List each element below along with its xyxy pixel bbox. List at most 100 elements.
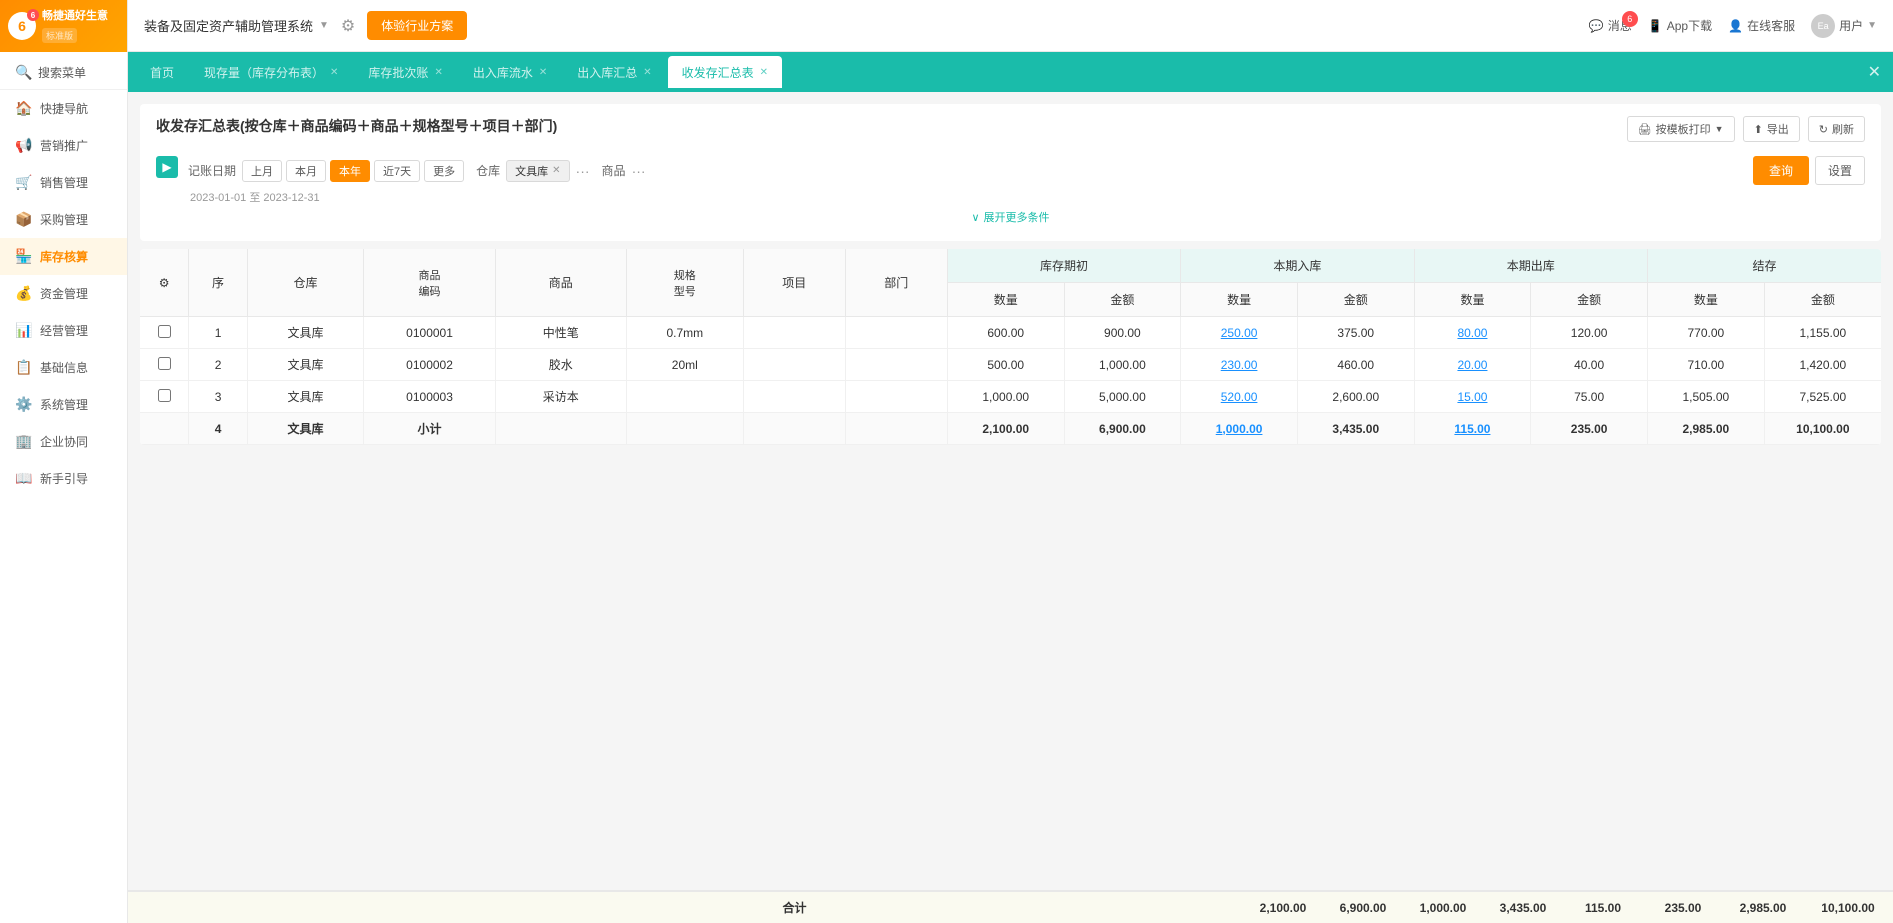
sidebar-item-quick-nav[interactable]: 🏠 快捷导航 [0, 90, 127, 127]
tab-close-icon[interactable]: ✕ [330, 67, 338, 78]
sidebar-item-basic-info[interactable]: 📋 基础信息 [0, 349, 127, 386]
subtotal-empty4 [845, 413, 947, 445]
subtotal-close-amt: 10,100.00 [1764, 413, 1881, 445]
th-goods-name: 商品 [495, 249, 626, 317]
th-out-qty: 数量 [1414, 283, 1531, 317]
sidebar-item-marketing[interactable]: 📢 营销推广 [0, 127, 127, 164]
footer-total-label: 合计 [346, 899, 1243, 916]
row-open-qty: 1,000.00 [947, 381, 1064, 413]
row-in-qty[interactable]: 520.00 [1181, 381, 1298, 413]
tab-batch-ledger[interactable]: 库存批次账 ✕ [354, 56, 456, 88]
row-out-qty[interactable]: 15.00 [1414, 381, 1531, 413]
tab-close-icon[interactable]: ✕ [643, 67, 651, 78]
th-out-amt: 金额 [1531, 283, 1648, 317]
export-icon: ⬆ [1754, 123, 1763, 136]
subtotal-seq: 4 [189, 413, 247, 445]
row-in-amt: 460.00 [1297, 349, 1414, 381]
tab-close-icon[interactable]: ✕ [434, 67, 442, 78]
finance-icon: 💰 [16, 286, 32, 302]
table-row: 2 文具库 0100002 胶水 20ml 500.00 1,000.00 23… [140, 349, 1881, 381]
date-btn-this-year[interactable]: 本年 [330, 160, 370, 182]
row-name: 中性笔 [495, 317, 626, 349]
subtotal-in-qty[interactable]: 1,000.00 [1181, 413, 1298, 445]
date-btn-this-month[interactable]: 本月 [286, 160, 326, 182]
sidebar-item-operations[interactable]: 📊 经营管理 [0, 312, 127, 349]
topbar-message[interactable]: 💬 消息 6 [1589, 17, 1632, 34]
message-icon: 💬 [1589, 19, 1604, 33]
tab-close-icon[interactable]: ✕ [539, 67, 547, 78]
tab-label: 库存批次账 [368, 64, 428, 81]
tab-label: 首页 [150, 64, 174, 81]
tabs-close-all[interactable]: ✕ [1864, 58, 1885, 86]
export-button[interactable]: ⬆ 导出 [1743, 116, 1800, 142]
gear-icon[interactable]: ⚙ [341, 16, 355, 36]
row-out-qty[interactable]: 80.00 [1414, 317, 1531, 349]
warehouse-label: 仓库 [476, 162, 500, 179]
row-in-qty[interactable]: 230.00 [1181, 349, 1298, 381]
sidebar-logo-badge: 6 [27, 9, 39, 21]
topbar-user[interactable]: Ea 用户 ▼ [1811, 14, 1877, 38]
table-row: 3 文具库 0100003 采访本 1,000.00 5,000.00 520.… [140, 381, 1881, 413]
tab-label: 收发存汇总表 [682, 64, 754, 81]
date-btn-last-month[interactable]: 上月 [242, 160, 282, 182]
row-checkbox[interactable] [140, 317, 189, 349]
sidebar-item-search[interactable]: 🔍 搜索菜单 [0, 56, 127, 90]
tab-home[interactable]: 首页 [136, 56, 188, 88]
query-button[interactable]: 查询 [1753, 156, 1809, 185]
row-out-qty[interactable]: 20.00 [1414, 349, 1531, 381]
warehouse-more-btn[interactable]: ··· [576, 163, 590, 179]
row-warehouse: 文具库 [247, 349, 364, 381]
settings-button[interactable]: 设置 [1815, 156, 1865, 185]
th-dept: 部门 [845, 249, 947, 317]
refresh-button[interactable]: ↻ 刷新 [1808, 116, 1865, 142]
operations-icon: 📊 [16, 323, 32, 339]
tab-close-icon[interactable]: ✕ [760, 67, 768, 78]
mobile-icon: 📱 [1648, 19, 1663, 33]
warehouse-tag-close-icon[interactable]: ✕ [552, 165, 560, 176]
tab-in-out-summary[interactable]: 出入库汇总 ✕ [563, 56, 665, 88]
warehouse-tag-text: 文具库 [515, 163, 548, 179]
expand-conditions-button[interactable]: ∨ 展开更多条件 [971, 209, 1049, 225]
sidebar-item-guide[interactable]: 📖 新手引导 [0, 460, 127, 497]
date-btn-more[interactable]: 更多 [424, 160, 464, 182]
experience-button[interactable]: 体验行业方案 [367, 11, 467, 40]
row-dept [845, 349, 947, 381]
row-open-amt: 1,000.00 [1064, 349, 1181, 381]
sidebar-item-label: 资金管理 [40, 285, 88, 302]
topbar-app-download[interactable]: 📱 App下载 [1648, 17, 1712, 34]
sidebar-item-system[interactable]: ⚙️ 系统管理 [0, 386, 127, 423]
th-in-group: 本期入库 [1181, 249, 1414, 283]
row-checkbox[interactable] [140, 381, 189, 413]
row-in-qty[interactable]: 250.00 [1181, 317, 1298, 349]
sidebar-header: 6 6 畅捷通好生意 标准版 [0, 0, 127, 52]
sidebar-item-inventory[interactable]: 🏪 库存核算 [0, 238, 127, 275]
subtotal-empty3 [743, 413, 845, 445]
filter-collapse-button[interactable]: ▶ [156, 156, 178, 178]
sidebar-item-finance[interactable]: 💰 资金管理 [0, 275, 127, 312]
topbar-online-service[interactable]: 👤 在线客服 [1728, 17, 1795, 34]
sidebar-item-enterprise[interactable]: 🏢 企业协同 [0, 423, 127, 460]
print-template-button[interactable]: 🖨 按模板打印 ▼ [1627, 116, 1735, 142]
row-close-amt: 1,155.00 [1764, 317, 1881, 349]
topbar-dropdown-arrow[interactable]: ▼ [319, 20, 329, 31]
chevron-down-icon: ▼ [1715, 124, 1724, 134]
sidebar-item-purchase[interactable]: 📦 采购管理 [0, 201, 127, 238]
date-btn-7days[interactable]: 近7天 [374, 160, 420, 182]
refresh-icon: ↻ [1819, 123, 1828, 136]
tab-stock-dist[interactable]: 现存量（库存分布表） ✕ [190, 56, 352, 88]
footer-close-qty: 2,985.00 [1723, 901, 1803, 915]
row-dept [845, 317, 947, 349]
row-checkbox[interactable] [140, 349, 189, 381]
sidebar-item-sales[interactable]: 🛒 销售管理 [0, 164, 127, 201]
row-open-amt: 900.00 [1064, 317, 1181, 349]
table-settings-header[interactable]: ⚙ [140, 249, 189, 317]
subtotal-empty2 [626, 413, 743, 445]
sidebar: 6 6 畅捷通好生意 标准版 🔍 搜索菜单 🏠 快捷导航 📢 营销推广 🛒 销售… [0, 0, 128, 923]
row-seq: 1 [189, 317, 247, 349]
subtotal-out-qty[interactable]: 115.00 [1414, 413, 1531, 445]
goods-more-btn[interactable]: ··· [632, 163, 646, 179]
tab-in-out-flow[interactable]: 出入库流水 ✕ [459, 56, 561, 88]
topbar-system: 装备及固定资产辅助管理系统 ▼ [144, 16, 329, 35]
tabs-bar: 首页 现存量（库存分布表） ✕ 库存批次账 ✕ 出入库流水 ✕ 出入库汇总 ✕ … [128, 52, 1893, 92]
tab-recv-send-summary[interactable]: 收发存汇总表 ✕ [668, 56, 782, 88]
